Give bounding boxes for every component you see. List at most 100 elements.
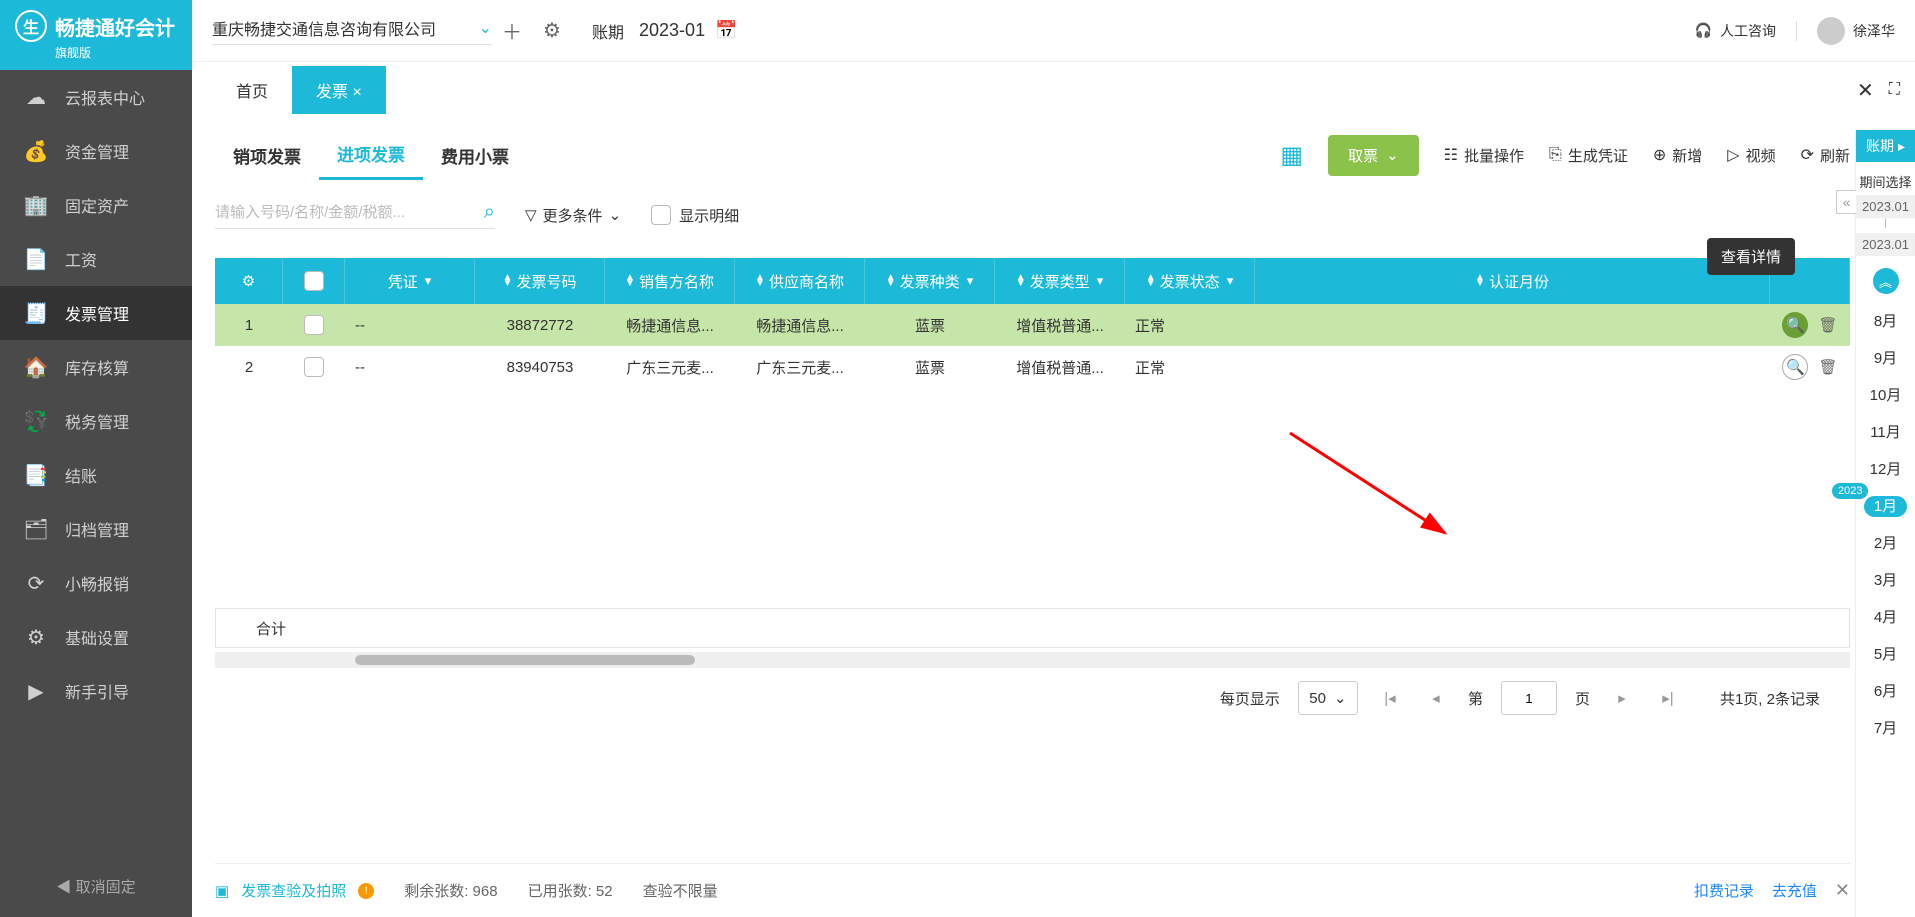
table-row[interactable]: 1--38872772畅捷通信息...畅捷通信息...蓝票增值税普通...正常🔍… bbox=[215, 304, 1850, 346]
company-selector[interactable]: 重庆畅捷交通信息咨询有限公司 ⌄ bbox=[212, 16, 492, 45]
page-last[interactable]: ▸| bbox=[1654, 684, 1682, 712]
sidebar-item-3[interactable]: 📄工资 bbox=[0, 232, 192, 286]
fullscreen-icon[interactable]: ⛶ bbox=[1889, 81, 1900, 99]
get-invoice-button[interactable]: 取票 ⌄ bbox=[1328, 135, 1419, 176]
cell-kind: 蓝票 bbox=[865, 346, 995, 388]
chevron-down-icon: ⌄ bbox=[479, 18, 492, 38]
table-row[interactable]: 2--83940753广东三元麦...广东三元麦...蓝票增值税普通...正常🔍… bbox=[215, 346, 1850, 388]
col-invoice-no[interactable]: ▲▼发票号码 bbox=[475, 258, 605, 304]
sidebar-item-6[interactable]: 💱税务管理 bbox=[0, 394, 192, 448]
deduct-link[interactable]: 扣费记录 bbox=[1694, 880, 1754, 901]
sidebar-item-2[interactable]: 🏢固定资产 bbox=[0, 178, 192, 232]
rail-month-4月[interactable]: 4月 bbox=[1856, 598, 1915, 635]
page-total: 共1页, 2条记录 bbox=[1720, 688, 1820, 709]
consult-button[interactable]: 🎧 人工咨询 bbox=[1695, 21, 1797, 41]
sidebar-item-9[interactable]: ⟳小畅报销 bbox=[0, 556, 192, 610]
col-checkbox[interactable] bbox=[283, 258, 345, 304]
page-suffix: 页 bbox=[1575, 688, 1590, 709]
recharge-link[interactable]: 去充值 bbox=[1772, 880, 1817, 901]
rail-period-button[interactable]: 账期▸ bbox=[1856, 130, 1915, 162]
sidebar-item-10[interactable]: ⚙基础设置 bbox=[0, 610, 192, 664]
table-header: ⚙ 凭证▾ ▲▼发票号码 ▲▼销售方名称 ▲▼供应商名称 ▲▼发票种类▾ ▲▼发… bbox=[215, 258, 1850, 304]
rail-month-8月[interactable]: 8月 bbox=[1856, 302, 1915, 339]
scroll-up-icon[interactable]: ︽ bbox=[1873, 268, 1899, 294]
sidebar-item-4[interactable]: 🧾发票管理 bbox=[0, 286, 192, 340]
delete-icon[interactable]: 🗑 bbox=[1818, 316, 1837, 334]
rail-month-6月[interactable]: 6月 bbox=[1856, 672, 1915, 709]
rail-month-5月[interactable]: 5月 bbox=[1856, 635, 1915, 672]
gear-icon[interactable]: ⚙ bbox=[532, 18, 572, 43]
logo-icon: 生 bbox=[15, 10, 47, 42]
col-settings[interactable]: ⚙ bbox=[215, 258, 283, 304]
col-kind[interactable]: ▲▼发票种类▾ bbox=[865, 258, 995, 304]
page-next[interactable]: ▸ bbox=[1608, 684, 1636, 712]
more-conditions[interactable]: ▽ 更多条件 ⌄ bbox=[525, 205, 621, 226]
row-checkbox[interactable] bbox=[283, 304, 345, 346]
delete-icon[interactable]: 🗑 bbox=[1818, 358, 1837, 376]
rail-to[interactable]: 2023.01 bbox=[1856, 233, 1915, 256]
col-status[interactable]: ▲▼发票状态▾ bbox=[1125, 258, 1255, 304]
rail-month-11月[interactable]: 11月 bbox=[1856, 413, 1915, 450]
video-action[interactable]: ▷视频 bbox=[1727, 145, 1775, 166]
col-supplier[interactable]: ▲▼供应商名称 bbox=[735, 258, 865, 304]
user-menu[interactable]: 徐泽华 bbox=[1817, 17, 1895, 45]
add-action[interactable]: ⊕新增 bbox=[1653, 145, 1702, 166]
subtab-0[interactable]: 销项发票 bbox=[215, 130, 319, 180]
verify-label: 发票查验及拍照 bbox=[241, 880, 346, 901]
sidebar-item-0[interactable]: ☁云报表中心 bbox=[0, 70, 192, 124]
tab-0[interactable]: 首页 bbox=[212, 66, 292, 114]
sidebar-item-11[interactable]: ▶新手引导 bbox=[0, 664, 192, 718]
show-detail-toggle[interactable]: 显示明细 bbox=[651, 205, 739, 226]
per-page-select[interactable]: 50⌄ bbox=[1298, 681, 1358, 715]
voucher-label: 生成凭证 bbox=[1568, 145, 1628, 166]
close-icon[interactable]: ✕ bbox=[1835, 880, 1850, 901]
verify-link[interactable]: ▣ 发票查验及拍照 ! bbox=[215, 880, 374, 901]
horizontal-scrollbar[interactable] bbox=[215, 652, 1850, 668]
sidebar-item-7[interactable]: 📑结账 bbox=[0, 448, 192, 502]
subtab-1[interactable]: 进项发票 bbox=[319, 130, 423, 180]
qrcode-icon[interactable]: ▦ bbox=[1280, 141, 1303, 170]
gen-voucher-action[interactable]: ⎘生成凭证 bbox=[1549, 145, 1628, 166]
checkbox-icon[interactable] bbox=[651, 205, 671, 225]
rail-from[interactable]: 2023.01 bbox=[1856, 195, 1915, 218]
rail-month-1月[interactable]: 20231月 bbox=[1856, 487, 1915, 524]
page-first[interactable]: |◂ bbox=[1376, 684, 1404, 712]
tab-1[interactable]: 发票 × bbox=[292, 66, 386, 114]
page-prefix: 第 bbox=[1468, 688, 1483, 709]
sidebar-item-8[interactable]: 🗂归档管理 bbox=[0, 502, 192, 556]
menu-label: 固定资产 bbox=[65, 193, 129, 217]
col-voucher[interactable]: 凭证▾ bbox=[345, 258, 475, 304]
col-auth-month[interactable]: ▲▼认证月份 bbox=[1255, 258, 1770, 304]
batch-action[interactable]: ☷批量操作 bbox=[1444, 145, 1524, 166]
rail-month-10月[interactable]: 10月 bbox=[1856, 376, 1915, 413]
close-all-icon[interactable]: ✕ bbox=[1857, 78, 1874, 103]
calendar-icon[interactable]: 📅 bbox=[715, 20, 737, 41]
rail-expand-icon[interactable]: « bbox=[1836, 190, 1856, 214]
view-detail-icon[interactable]: 🔍 bbox=[1782, 354, 1808, 380]
rail-month-3月[interactable]: 3月 bbox=[1856, 561, 1915, 598]
sidebar-item-1[interactable]: 💰资金管理 bbox=[0, 124, 192, 178]
page-input[interactable] bbox=[1501, 681, 1557, 715]
menu-label: 基础设置 bbox=[65, 625, 129, 649]
add-icon[interactable]: ＋ bbox=[492, 16, 532, 45]
sum-label: 合计 bbox=[256, 618, 286, 639]
chevron-down-icon: ⌄ bbox=[609, 206, 622, 224]
sidebar-item-5[interactable]: 🏠库存核算 bbox=[0, 340, 192, 394]
menu-label: 资金管理 bbox=[65, 139, 129, 163]
col-type[interactable]: ▲▼发票类型▾ bbox=[995, 258, 1125, 304]
col-seller[interactable]: ▲▼销售方名称 bbox=[605, 258, 735, 304]
rail-month-9月[interactable]: 9月 bbox=[1856, 339, 1915, 376]
rail-month-12月[interactable]: 12月 bbox=[1856, 450, 1915, 487]
subtab-2[interactable]: 费用小票 bbox=[423, 130, 527, 180]
cell-seller: 畅捷通信息... bbox=[605, 304, 735, 346]
view-detail-icon[interactable]: 🔍 bbox=[1782, 312, 1808, 338]
row-checkbox[interactable] bbox=[283, 346, 345, 388]
rail-month-2月[interactable]: 2月 bbox=[1856, 524, 1915, 561]
filter-row: ⌕ ▽ 更多条件 ⌄ 显示明细 bbox=[215, 190, 1850, 240]
refresh-action[interactable]: ⟳刷新 bbox=[1801, 145, 1850, 166]
search-icon[interactable]: ⌕ bbox=[484, 201, 495, 224]
rail-month-7月[interactable]: 7月 bbox=[1856, 709, 1915, 746]
pin-toggle[interactable]: ◀ 取消固定 bbox=[0, 876, 192, 897]
search-input[interactable] bbox=[215, 204, 484, 221]
page-prev[interactable]: ◂ bbox=[1422, 684, 1450, 712]
